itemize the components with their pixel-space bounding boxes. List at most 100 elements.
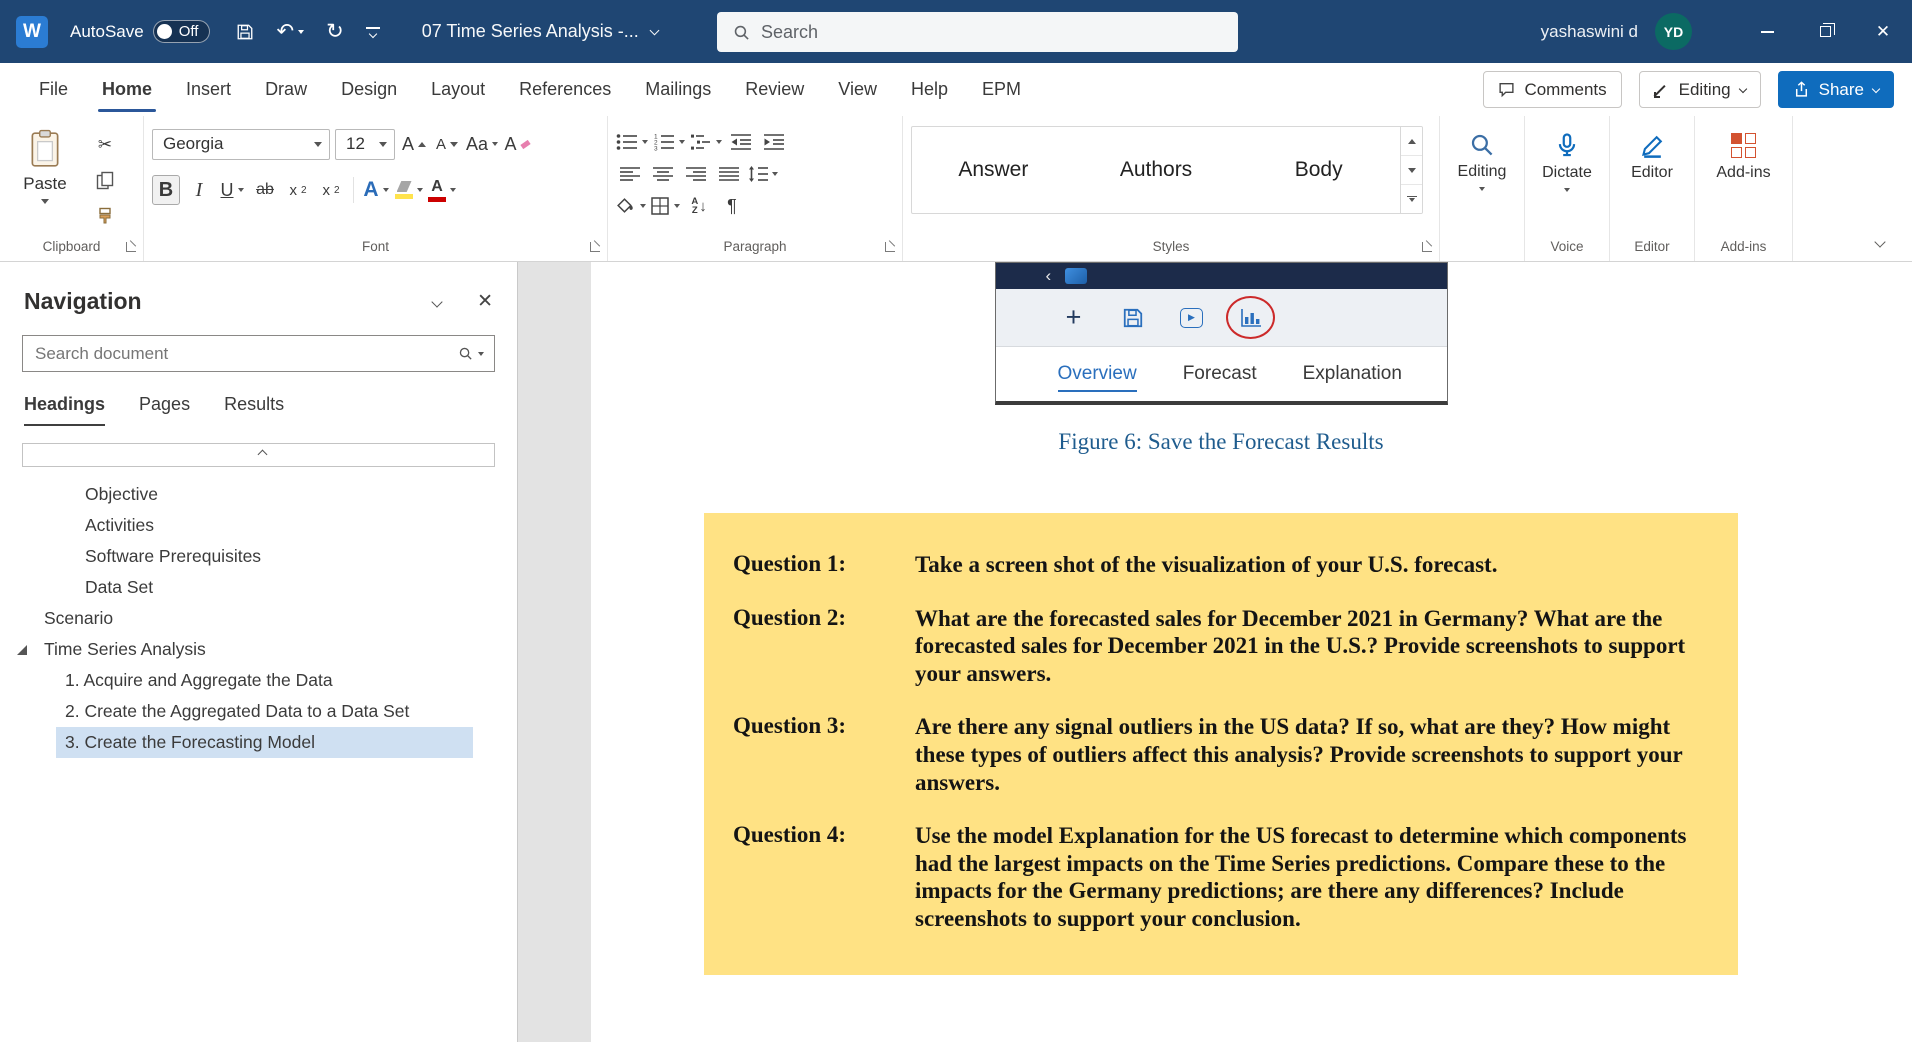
styles-dialog-launcher-icon[interactable] bbox=[1422, 242, 1432, 252]
increase-indent-button[interactable] bbox=[760, 127, 788, 157]
search-input[interactable] bbox=[761, 21, 1161, 43]
autosave-toggle[interactable]: Off bbox=[152, 20, 211, 43]
gallery-scroll-down-button[interactable] bbox=[1401, 156, 1422, 185]
document-title[interactable]: 07 Time Series Analysis -... bbox=[422, 21, 660, 42]
ribbon-tab-view[interactable]: View bbox=[821, 63, 894, 116]
nav-tab-pages[interactable]: Pages bbox=[139, 394, 190, 426]
align-center-button[interactable] bbox=[649, 159, 677, 189]
italic-button[interactable]: I bbox=[185, 175, 213, 205]
ribbon-tab-design[interactable]: Design bbox=[324, 63, 414, 116]
collapse-ribbon-button[interactable] bbox=[1874, 233, 1886, 251]
font-dialog-launcher-icon[interactable] bbox=[590, 242, 600, 252]
save-button[interactable] bbox=[236, 23, 254, 41]
minimize-button[interactable] bbox=[1738, 0, 1796, 63]
document-page[interactable]: ‹ + ▶ Overview Forecast Explanation Figu… bbox=[591, 262, 1912, 1042]
nav-heading-item[interactable]: 1. Acquire and Aggregate the Data bbox=[0, 665, 517, 696]
subscript-button[interactable]: x2 bbox=[284, 175, 312, 205]
search-options[interactable] bbox=[458, 346, 484, 361]
titlebar-search[interactable] bbox=[717, 12, 1238, 52]
undo-button[interactable]: ↶ bbox=[276, 21, 305, 42]
copy-button[interactable] bbox=[90, 167, 120, 194]
clear-formatting-button[interactable]: A bbox=[503, 129, 531, 159]
comments-button[interactable]: Comments bbox=[1483, 71, 1622, 108]
editing-mode-button[interactable]: Editing bbox=[1638, 71, 1761, 108]
collapse-triangle-icon[interactable] bbox=[17, 645, 27, 655]
grow-font-button[interactable]: A bbox=[400, 129, 428, 159]
style-card-authors[interactable]: Authors bbox=[1075, 127, 1238, 213]
navigation-search[interactable] bbox=[22, 335, 495, 372]
avatar[interactable]: YD bbox=[1655, 13, 1692, 50]
multilevel-list-button[interactable] bbox=[690, 127, 722, 157]
shrink-font-button[interactable]: A bbox=[433, 129, 461, 159]
borders-button[interactable] bbox=[651, 191, 680, 221]
nav-tab-headings[interactable]: Headings bbox=[24, 394, 106, 426]
paste-button[interactable]: Paste bbox=[8, 126, 82, 230]
nav-heading-item[interactable]: Software Prerequisites bbox=[0, 541, 517, 572]
restore-button[interactable] bbox=[1796, 0, 1854, 63]
ribbon-tab-references[interactable]: References bbox=[502, 63, 628, 116]
numbering-button[interactable]: 123 bbox=[653, 127, 685, 157]
editor-button[interactable]: Editor bbox=[1618, 126, 1686, 182]
align-left-button[interactable] bbox=[616, 159, 644, 189]
bold-button[interactable]: B bbox=[152, 175, 180, 205]
blank-heading-item[interactable] bbox=[22, 443, 495, 467]
nav-heading-item[interactable]: Objective bbox=[0, 479, 517, 510]
editing-menu-button[interactable]: Editing bbox=[1448, 126, 1516, 191]
font-name-select[interactable]: Georgia bbox=[152, 128, 330, 160]
highlight-color-button[interactable] bbox=[395, 175, 423, 205]
word-logo-icon[interactable]: W bbox=[16, 15, 48, 48]
ribbon-tab-home[interactable]: Home bbox=[85, 63, 169, 116]
nav-heading-item[interactable]: Scenario bbox=[0, 603, 517, 634]
nav-tab-results[interactable]: Results bbox=[224, 394, 284, 426]
paste-dropdown-icon[interactable] bbox=[41, 199, 49, 204]
font-size-select[interactable]: 12 bbox=[335, 128, 395, 160]
close-pane-button[interactable]: ✕ bbox=[477, 290, 493, 313]
bullets-button[interactable] bbox=[616, 127, 648, 157]
text-effects-button[interactable]: A bbox=[362, 175, 390, 205]
gallery-scroll-up-button[interactable] bbox=[1401, 127, 1422, 156]
ribbon-tab-insert[interactable]: Insert bbox=[169, 63, 248, 116]
show-formatting-button[interactable]: ¶ bbox=[718, 191, 746, 221]
nav-heading-item[interactable]: Data Set bbox=[0, 572, 517, 603]
sort-button[interactable]: AZ ↓ bbox=[685, 191, 713, 221]
undo-dropdown-icon[interactable] bbox=[298, 29, 305, 34]
dictate-button[interactable]: Dictate bbox=[1533, 126, 1601, 192]
nav-heading-item[interactable]: Time Series Analysis bbox=[0, 634, 517, 665]
redo-button[interactable]: ↻ bbox=[326, 21, 344, 42]
decrease-indent-button[interactable] bbox=[727, 127, 755, 157]
ribbon-tab-mailings[interactable]: Mailings bbox=[628, 63, 728, 116]
nav-heading-item[interactable]: 3. Create the Forecasting Model bbox=[56, 727, 473, 758]
customize-quick-access-button[interactable] bbox=[365, 26, 380, 38]
style-card-body[interactable]: Body bbox=[1237, 127, 1400, 213]
strikethrough-button[interactable]: ab bbox=[251, 175, 279, 205]
ribbon-tab-epm[interactable]: EPM bbox=[965, 63, 1038, 116]
clipboard-dialog-launcher-icon[interactable] bbox=[126, 242, 136, 252]
align-right-button[interactable] bbox=[682, 159, 710, 189]
nav-heading-item[interactable]: Activities bbox=[0, 510, 517, 541]
close-button[interactable]: ✕ bbox=[1854, 0, 1912, 63]
ribbon-tab-review[interactable]: Review bbox=[728, 63, 821, 116]
ribbon-tab-draw[interactable]: Draw bbox=[248, 63, 324, 116]
nav-heading-item[interactable]: 2. Create the Aggregated Data to a Data … bbox=[0, 696, 517, 727]
font-color-button[interactable]: A bbox=[428, 175, 456, 205]
shading-button[interactable] bbox=[616, 191, 646, 221]
underline-button[interactable]: U bbox=[218, 175, 246, 205]
addins-button[interactable]: Add-ins bbox=[1703, 126, 1784, 182]
paragraph-dialog-launcher-icon[interactable] bbox=[885, 242, 895, 252]
chevron-down-icon bbox=[640, 204, 646, 208]
change-case-button[interactable]: Aa bbox=[466, 129, 499, 159]
pane-options-chevron-icon[interactable] bbox=[431, 295, 443, 308]
superscript-button[interactable]: x2 bbox=[317, 175, 345, 205]
cut-button[interactable]: ✂ bbox=[90, 131, 120, 158]
ribbon-tab-file[interactable]: File bbox=[22, 63, 85, 116]
ribbon-tab-layout[interactable]: Layout bbox=[414, 63, 502, 116]
user-name[interactable]: yashaswini d bbox=[1541, 22, 1638, 42]
justify-button[interactable] bbox=[715, 159, 743, 189]
share-button[interactable]: Share bbox=[1777, 71, 1894, 108]
style-card-answer[interactable]: Answer bbox=[912, 127, 1075, 213]
gallery-more-button[interactable] bbox=[1401, 185, 1422, 213]
document-search-input[interactable] bbox=[35, 343, 458, 364]
line-spacing-button[interactable] bbox=[748, 159, 778, 189]
format-painter-button[interactable] bbox=[90, 203, 120, 230]
ribbon-tab-help[interactable]: Help bbox=[894, 63, 965, 116]
